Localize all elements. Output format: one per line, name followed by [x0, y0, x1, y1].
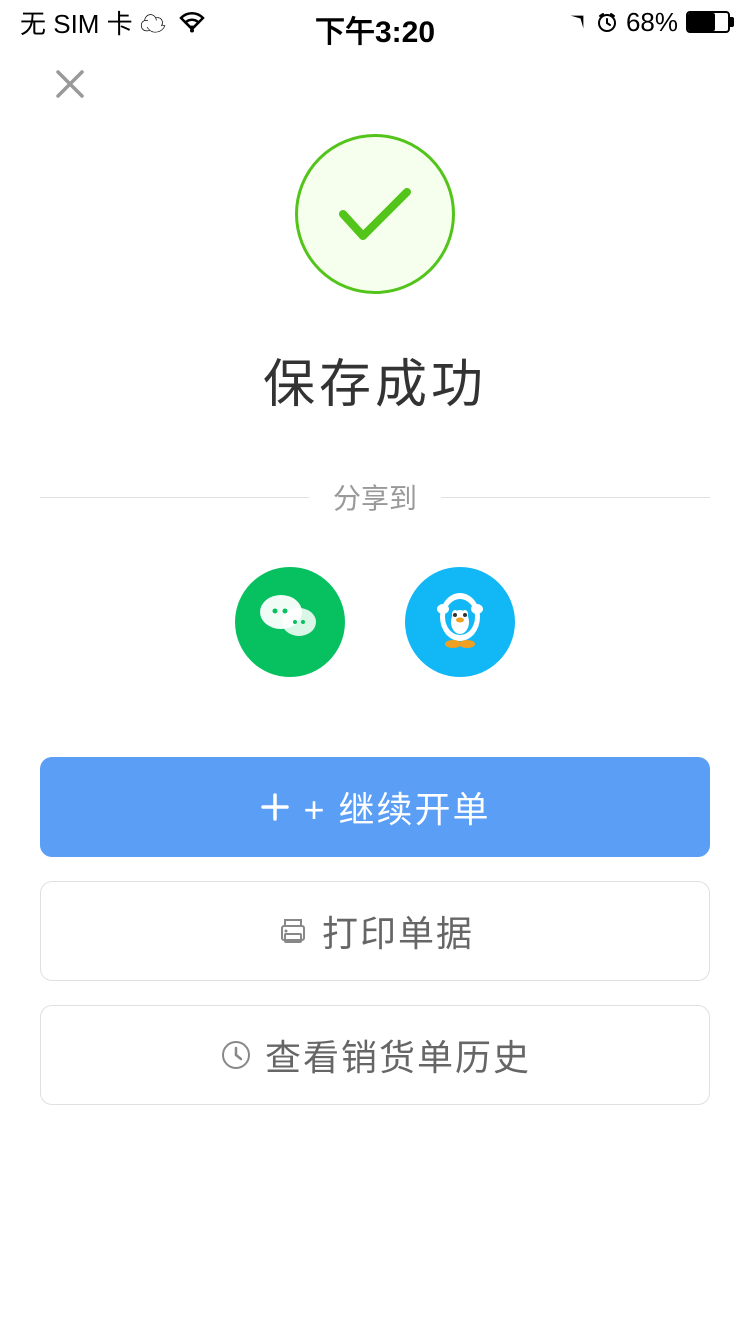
share-section: 分享到 — [0, 477, 750, 677]
alarm-icon — [596, 11, 618, 33]
location-icon — [566, 11, 588, 33]
success-title: 保存成功 — [263, 342, 487, 417]
success-icon-circle — [295, 134, 455, 294]
plus-icon — [259, 791, 291, 823]
qq-share-button[interactable] — [405, 567, 515, 677]
share-label: 分享到 — [309, 477, 441, 517]
print-label: 打印单据 — [322, 905, 474, 957]
main-content: 保存成功 分享到 — [0, 44, 750, 1105]
history-button[interactable]: 查看销货单历史 — [40, 1005, 710, 1105]
share-icons — [40, 567, 710, 677]
wifi-icon — [176, 11, 208, 33]
check-icon — [335, 184, 415, 244]
wechat-share-button[interactable] — [235, 567, 345, 677]
continue-label: + 继续开单 — [303, 781, 490, 833]
status-right: 68% — [566, 7, 730, 38]
printer-icon — [276, 914, 310, 948]
action-buttons: + 继续开单 打印单据 查看销货单历史 — [0, 757, 750, 1105]
wechat-icon — [257, 592, 323, 652]
qq-icon — [430, 587, 490, 657]
battery-percent: 68% — [626, 7, 678, 38]
status-time: 下午3:20 — [315, 7, 435, 51]
clock-icon — [219, 1038, 253, 1072]
share-divider: 分享到 — [40, 477, 710, 517]
close-button[interactable] — [40, 54, 100, 114]
status-left: 无 SIM 卡 ☁ — [20, 4, 208, 41]
battery-indicator — [686, 11, 730, 33]
no-sim-text: 无 SIM 卡 ☁ — [20, 4, 166, 41]
print-button[interactable]: 打印单据 — [40, 881, 710, 981]
history-label: 查看销货单历史 — [265, 1029, 531, 1081]
continue-button[interactable]: + 继续开单 — [40, 757, 710, 857]
status-bar: 无 SIM 卡 ☁ 下午3:20 68% — [0, 0, 750, 44]
